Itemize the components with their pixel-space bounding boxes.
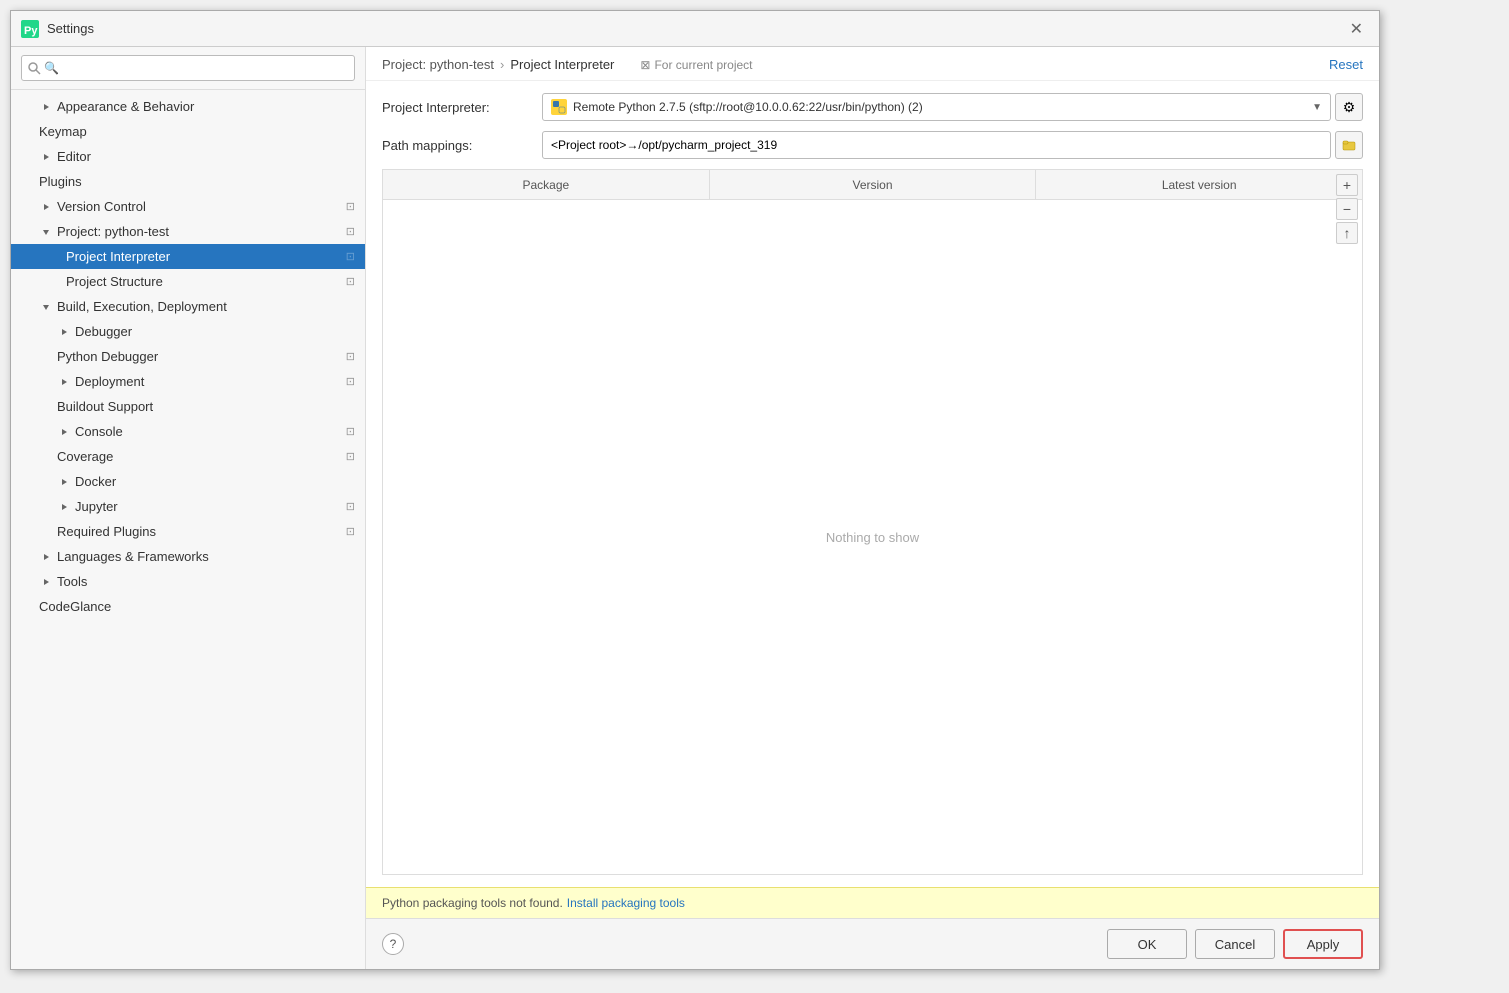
sidebar-item-plugins[interactable]: Plugins [11, 169, 365, 194]
warning-bar: Python packaging tools not found. Instal… [366, 887, 1379, 918]
external-icon-dep: ⊡ [346, 375, 355, 388]
sidebar-item-python-debugger[interactable]: Python Debugger ⊡ [11, 344, 365, 369]
arrow-right-icon8 [57, 500, 71, 514]
sidebar: Appearance & Behavior Keymap Editor Plug… [11, 47, 366, 969]
sidebar-item-languages[interactable]: Languages & Frameworks [11, 544, 365, 569]
sidebar-item-project[interactable]: Project: python-test ⊡ [11, 219, 365, 244]
table-actions: + − ↑ [1332, 170, 1362, 248]
external-icon-rp: ⊡ [346, 525, 355, 538]
external-icon-con: ⊡ [346, 425, 355, 438]
sidebar-item-build-exec[interactable]: Build, Execution, Deployment [11, 294, 365, 319]
breadcrumb-separator: › [500, 57, 504, 72]
sidebar-item-keymap[interactable]: Keymap [11, 119, 365, 144]
sidebar-item-required-plugins[interactable]: Required Plugins ⊡ [11, 519, 365, 544]
arrow-right-icon3 [39, 200, 53, 214]
path-mappings-field-row: Path mappings: [382, 131, 1363, 159]
arrow-right-icon [39, 100, 53, 114]
sidebar-item-version-control[interactable]: Version Control ⊡ [11, 194, 365, 219]
apply-button[interactable]: Apply [1283, 929, 1363, 959]
sidebar-item-tools[interactable]: Tools [11, 569, 365, 594]
arrow-right-icon4 [57, 325, 71, 339]
footer: ? OK Cancel Apply [366, 918, 1379, 969]
main-body: Project Interpreter: Remote Python 2. [366, 81, 1379, 887]
external-icon-proj: ⊡ [346, 225, 355, 238]
arrow-down-icon [39, 225, 53, 239]
interpreter-select-wrapper: Remote Python 2.7.5 (sftp://root@10.0.0.… [542, 93, 1363, 121]
external-icon-vc: ⊡ [346, 200, 355, 213]
arrow-right-icon10 [39, 575, 53, 589]
sidebar-item-coverage[interactable]: Coverage ⊡ [11, 444, 365, 469]
path-mappings-label: Path mappings: [382, 138, 542, 153]
sidebar-item-project-interpreter[interactable]: Project Interpreter ⊡ [11, 244, 365, 269]
interpreter-label: Project Interpreter: [382, 100, 542, 115]
svg-text:Py: Py [24, 25, 38, 37]
sidebar-item-deployment[interactable]: Deployment ⊡ [11, 369, 365, 394]
arrow-right-icon2 [39, 150, 53, 164]
breadcrumb-project: Project: python-test [382, 57, 494, 72]
interpreter-select[interactable]: Remote Python 2.7.5 (sftp://root@10.0.0.… [542, 93, 1331, 121]
package-table: Package Version Latest version Nothing t… [382, 169, 1363, 875]
titlebar: Py Settings ✕ [11, 11, 1379, 47]
interpreter-field-row: Project Interpreter: Remote Python 2. [382, 93, 1363, 121]
cancel-button[interactable]: Cancel [1195, 929, 1275, 959]
sidebar-item-codeglance[interactable]: CodeGlance [11, 594, 365, 619]
col-header-version: Version [710, 170, 1037, 199]
breadcrumb: Project: python-test › Project Interpret… [382, 57, 753, 72]
sidebar-item-editor[interactable]: Editor [11, 144, 365, 169]
table-empty-state: Nothing to show [383, 200, 1362, 874]
project-scope-icon: ⊠ [640, 58, 650, 72]
sidebar-item-docker[interactable]: Docker [11, 469, 365, 494]
remove-package-button[interactable]: − [1336, 198, 1358, 220]
close-button[interactable]: ✕ [1344, 17, 1369, 41]
window-title: Settings [47, 21, 94, 36]
external-icon-pd: ⊡ [346, 350, 355, 363]
for-current-project: ⊠ For current project [640, 58, 752, 72]
table-header: Package Version Latest version [383, 170, 1362, 200]
titlebar-left: Py Settings [21, 20, 94, 38]
external-icon-pi: ⊡ [346, 250, 355, 263]
path-mapping-input[interactable] [542, 131, 1331, 159]
sidebar-item-project-structure[interactable]: Project Structure ⊡ [11, 269, 365, 294]
add-package-button[interactable]: + [1336, 174, 1358, 196]
install-link[interactable]: Install packaging tools [567, 896, 685, 910]
sidebar-item-appearance[interactable]: Appearance & Behavior [11, 94, 365, 119]
chevron-down-icon: ▼ [1312, 102, 1322, 113]
sidebar-nav: Appearance & Behavior Keymap Editor Plug… [11, 90, 365, 969]
browse-button[interactable] [1335, 131, 1363, 159]
sidebar-item-jupyter[interactable]: Jupyter ⊡ [11, 494, 365, 519]
search-box [11, 47, 365, 90]
pycharm-icon: Py [21, 20, 39, 38]
arrow-right-icon5 [57, 375, 71, 389]
search-input[interactable] [21, 55, 355, 81]
col-header-package: Package [383, 170, 710, 199]
external-icon-jup: ⊡ [346, 500, 355, 513]
arrow-right-icon9 [39, 550, 53, 564]
folder-icon [1342, 138, 1356, 152]
content-area: Appearance & Behavior Keymap Editor Plug… [11, 47, 1379, 969]
sidebar-item-console[interactable]: Console ⊡ [11, 419, 365, 444]
main-panel: Project: python-test › Project Interpret… [366, 47, 1379, 969]
path-mapping-wrapper [542, 131, 1363, 159]
footer-left: ? [382, 933, 404, 955]
python-icon [551, 99, 567, 115]
arrow-down-icon2 [39, 300, 53, 314]
external-icon-cov: ⊡ [346, 450, 355, 463]
upgrade-package-button[interactable]: ↑ [1336, 222, 1358, 244]
external-icon-ps: ⊡ [346, 275, 355, 288]
main-header: Project: python-test › Project Interpret… [366, 47, 1379, 81]
interpreter-settings-button[interactable]: ⚙ [1335, 93, 1363, 121]
sidebar-item-debugger[interactable]: Debugger [11, 319, 365, 344]
arrow-right-icon7 [57, 475, 71, 489]
arrow-right-icon6 [57, 425, 71, 439]
help-button[interactable]: ? [382, 933, 404, 955]
interpreter-select-text: Remote Python 2.7.5 (sftp://root@10.0.0.… [551, 99, 923, 115]
warning-text: Python packaging tools not found. [382, 896, 563, 910]
reset-link[interactable]: Reset [1329, 57, 1363, 72]
ok-button[interactable]: OK [1107, 929, 1187, 959]
col-header-latest: Latest version [1036, 170, 1362, 199]
breadcrumb-current: Project Interpreter [510, 57, 614, 72]
sidebar-item-buildout[interactable]: Buildout Support [11, 394, 365, 419]
